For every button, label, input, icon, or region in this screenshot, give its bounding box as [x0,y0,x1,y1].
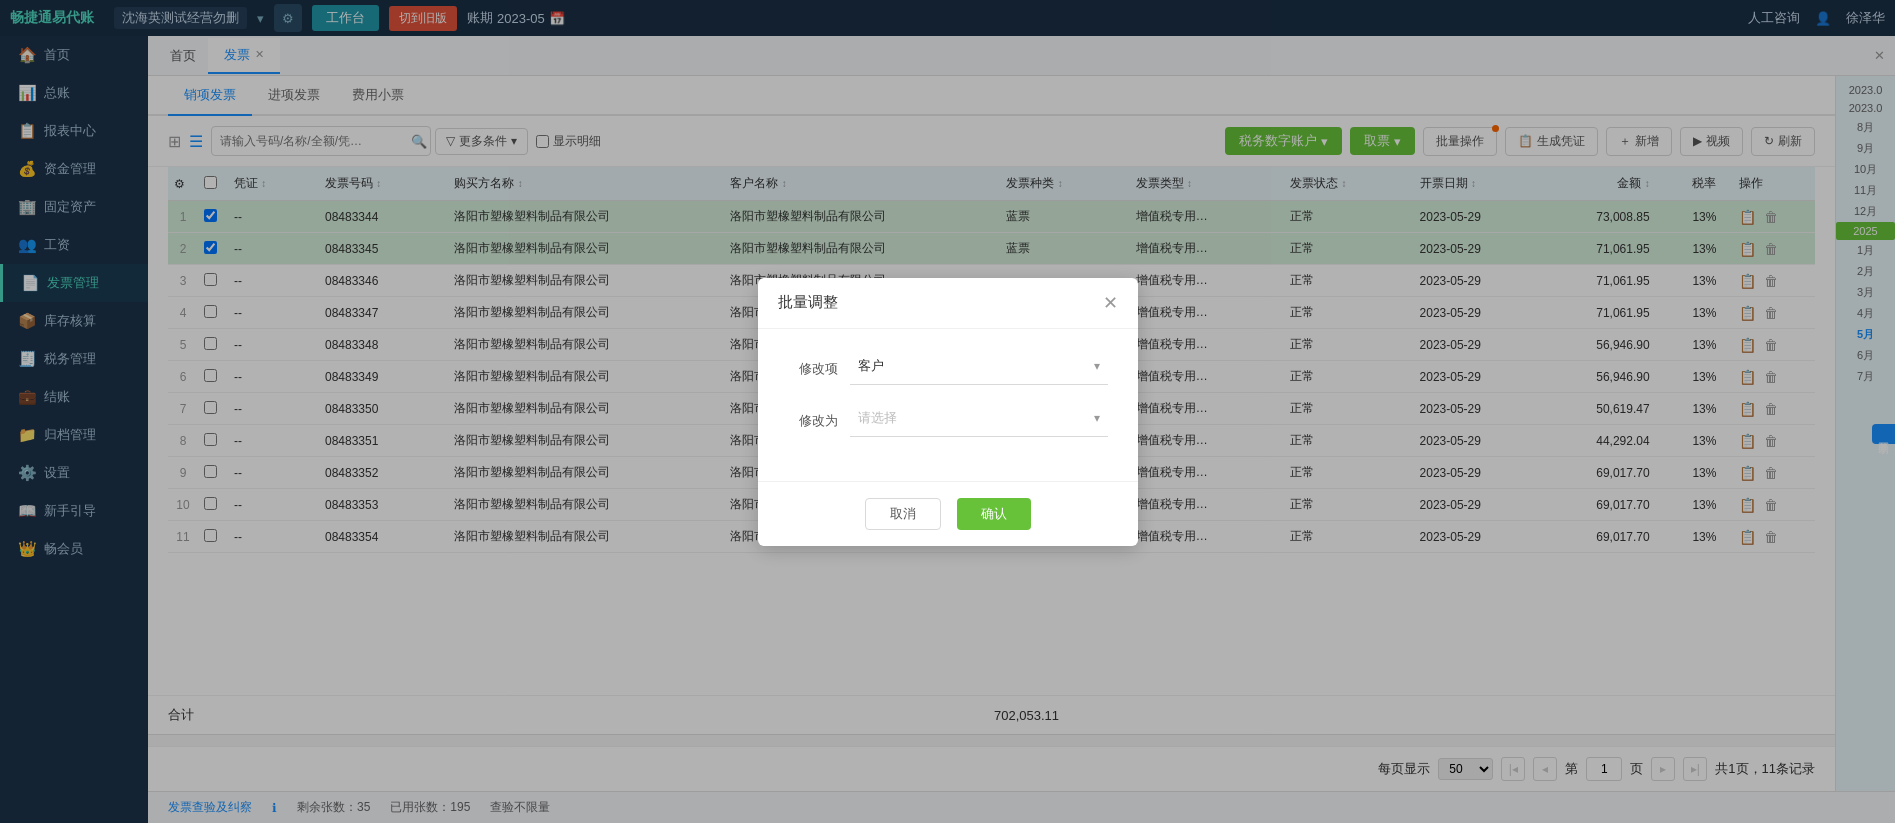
modal-close-btn[interactable]: ✕ [1103,292,1118,314]
modal-overlay[interactable]: 批量调整 ✕ 修改项 客户 ▾ 修改为 请选择 ▾ 取消 确认 [0,0,1895,823]
to-select-arrow-icon: ▾ [1094,411,1100,425]
confirm-btn[interactable]: 确认 [957,498,1031,530]
modify-to-placeholder: 请选择 [858,409,897,427]
modal-body: 修改项 客户 ▾ 修改为 请选择 ▾ [758,329,1138,481]
modify-to-row: 修改为 请选择 ▾ [788,405,1108,437]
modal-footer: 取消 确认 [758,481,1138,546]
field-select-arrow-icon: ▾ [1094,359,1100,373]
modal-title: 批量调整 [778,293,838,312]
modify-field-label: 修改项 [788,360,838,378]
cancel-btn[interactable]: 取消 [865,498,941,530]
modify-to-label: 修改为 [788,412,838,430]
modify-field-select[interactable]: 客户 ▾ [850,353,1108,385]
batch-adjust-modal: 批量调整 ✕ 修改项 客户 ▾ 修改为 请选择 ▾ 取消 确认 [758,278,1138,546]
modify-field-row: 修改项 客户 ▾ [788,353,1108,385]
modal-header: 批量调整 ✕ [758,278,1138,329]
modify-to-select[interactable]: 请选择 ▾ [850,405,1108,437]
